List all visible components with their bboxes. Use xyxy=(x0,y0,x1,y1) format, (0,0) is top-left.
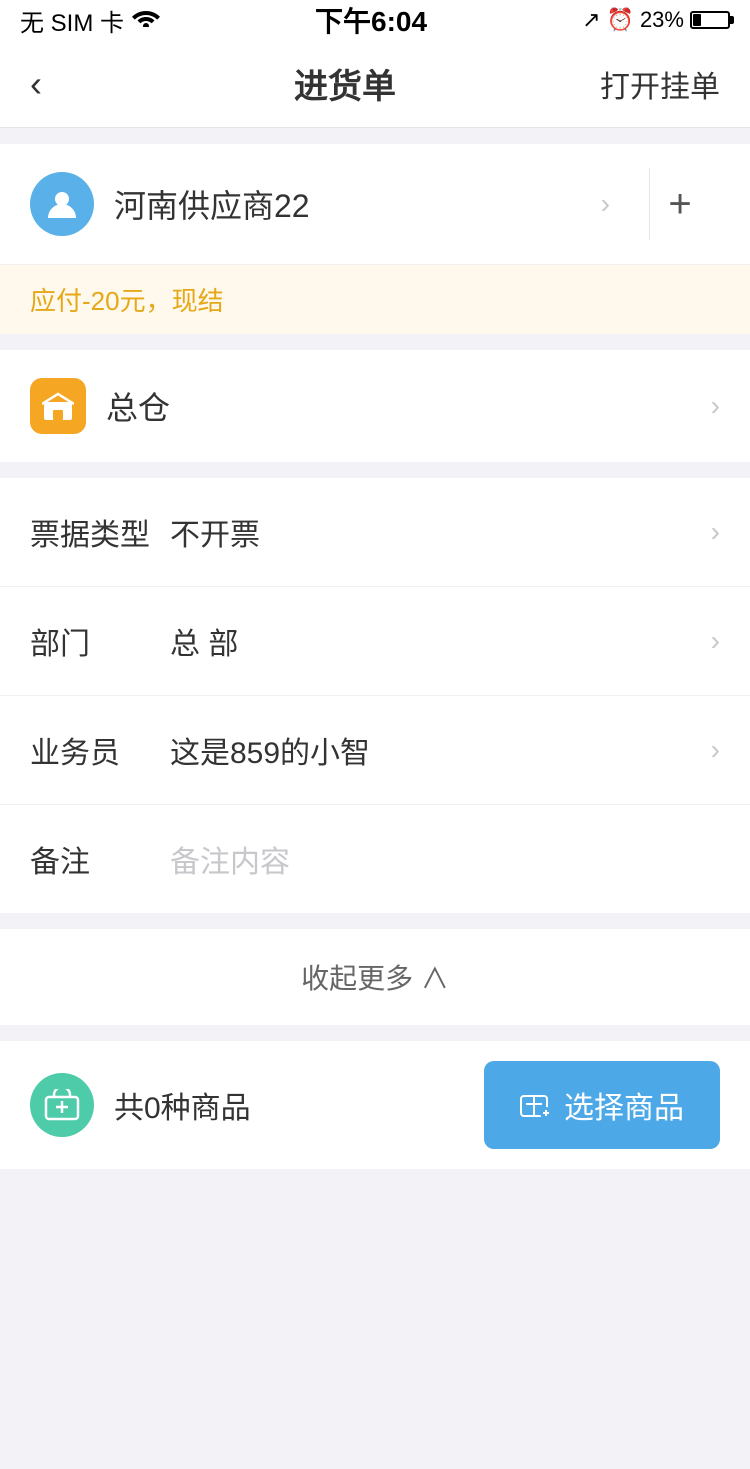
invoice-label: 票据类型 xyxy=(30,510,170,554)
back-button[interactable]: ‹ xyxy=(30,63,90,105)
invoice-chevron-icon: › xyxy=(711,516,720,548)
supplier-avatar xyxy=(30,172,94,236)
carrier-label: 无 SIM 卡 xyxy=(20,3,124,38)
remark-label: 备注 xyxy=(30,837,170,881)
location-icon: ↗ xyxy=(582,7,600,33)
department-label: 部门 xyxy=(30,619,170,663)
wifi-icon xyxy=(132,6,160,34)
warehouse-name: 总仓 xyxy=(106,383,711,429)
nav-bar: ‹ 进货单 打开挂单 xyxy=(0,40,750,128)
warehouse-row[interactable]: 总仓 › xyxy=(0,350,750,462)
warehouse-chevron-icon: › xyxy=(711,390,720,422)
status-right: ↗ ⏰ 23% xyxy=(582,7,730,33)
remark-input[interactable]: 备注内容 xyxy=(170,837,720,881)
warehouse-icon xyxy=(30,378,86,434)
invoice-row[interactable]: 票据类型 不开票 › xyxy=(0,478,750,587)
remark-row[interactable]: 备注 备注内容 xyxy=(0,805,750,913)
select-product-label: 选择商品 xyxy=(564,1083,684,1127)
status-time: 下午6:04 xyxy=(315,0,427,40)
salesman-row[interactable]: 业务员 这是859的小智 › xyxy=(0,696,750,805)
battery-icon xyxy=(690,11,730,29)
bottom-bar: 共0种商品 选择商品 xyxy=(0,1041,750,1169)
add-supplier-button[interactable]: + xyxy=(640,182,720,227)
product-count: 共0种商品 xyxy=(114,1083,464,1127)
status-bar: 无 SIM 卡 下午6:04 ↗ ⏰ 23% xyxy=(0,0,750,40)
salesman-value: 这是859的小智 xyxy=(170,728,711,772)
salesman-label: 业务员 xyxy=(30,728,170,772)
department-row[interactable]: 部门 总 部 › xyxy=(0,587,750,696)
supplier-chevron-icon: › xyxy=(601,188,610,220)
page-bottom xyxy=(0,1169,750,1469)
alarm-icon: ⏰ xyxy=(607,7,634,33)
form-card: 票据类型 不开票 › 部门 总 部 › 业务员 这是859的小智 › 备注 备注… xyxy=(0,478,750,913)
supplier-divider xyxy=(649,168,650,240)
content: 河南供应商22 › + 应付-20元，现结 总仓 › 票据类型 不开票 xyxy=(0,144,750,1469)
status-left: 无 SIM 卡 xyxy=(20,3,160,38)
department-value: 总 部 xyxy=(170,619,711,663)
notice-bar: 应付-20元，现结 xyxy=(0,265,750,334)
product-icon xyxy=(30,1073,94,1137)
department-chevron-icon: › xyxy=(711,625,720,657)
page-title: 进货单 xyxy=(294,59,396,108)
supplier-card: 河南供应商22 › + 应付-20元，现结 xyxy=(0,144,750,334)
battery-percent: 23% xyxy=(640,7,684,33)
collapse-label: 收起更多 ∧ xyxy=(301,957,449,997)
supplier-name: 河南供应商22 xyxy=(114,181,601,227)
warehouse-card: 总仓 › xyxy=(0,350,750,462)
supplier-row[interactable]: 河南供应商22 › + xyxy=(0,144,750,265)
salesman-chevron-icon: › xyxy=(711,734,720,766)
open-pending-button[interactable]: 打开挂单 xyxy=(600,62,720,106)
invoice-value: 不开票 xyxy=(170,510,711,554)
notice-text: 应付-20元，现结 xyxy=(30,286,224,316)
select-product-button[interactable]: 选择商品 xyxy=(484,1061,720,1149)
collapse-button[interactable]: 收起更多 ∧ xyxy=(0,929,750,1025)
